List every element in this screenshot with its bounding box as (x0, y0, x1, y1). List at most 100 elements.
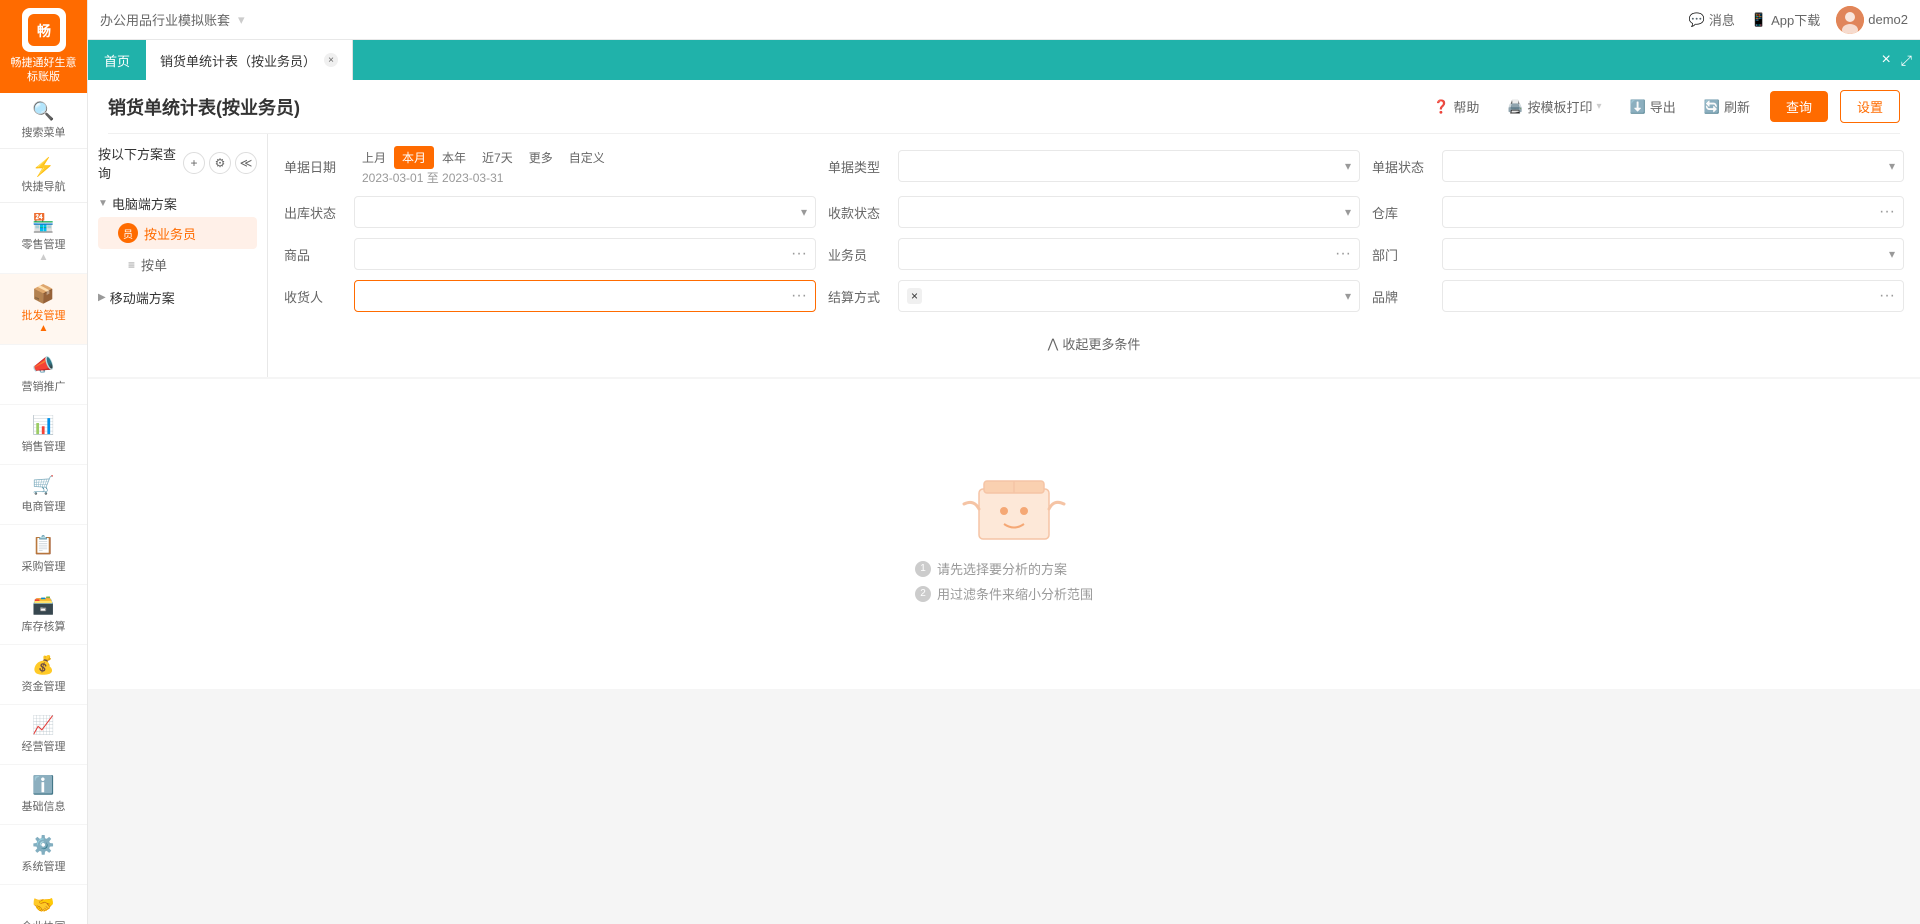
search-icon: 🔍 (32, 101, 54, 122)
doctype-arrow: ▾ (1345, 159, 1351, 173)
tab-current[interactable]: 销货单统计表（按业务员） × (146, 40, 353, 80)
system-label: 系统管理 (22, 858, 66, 874)
settlement-arrow: ▾ (1345, 289, 1351, 303)
pc-group-toggle[interactable]: ▼ 电脑端方案 (98, 190, 257, 217)
date-label: 单据日期 (284, 157, 354, 176)
this-year-btn[interactable]: 本年 (434, 146, 474, 169)
logo-text: 畅捷通好生意 标账版 (11, 56, 77, 85)
breadcrumb-arrow: ▾ (238, 12, 245, 28)
empty-illustration (954, 459, 1054, 539)
filter-docstatus: 单据状态 ▾ (1372, 146, 1904, 186)
app-download-btn[interactable]: 📱 App下载 (1751, 10, 1820, 29)
doctype-select[interactable]: ▾ (898, 150, 1360, 182)
query-btn[interactable]: 查询 (1770, 91, 1828, 122)
sidebar-item-system[interactable]: ⚙️ 系统管理 (0, 825, 87, 885)
inventory-icon: 🗃️ (32, 595, 54, 616)
date-range-text: 2023-03-01 至 2023-03-31 (362, 169, 816, 186)
consignee-input[interactable]: ··· (354, 280, 816, 312)
collab-icon: 🤝 (32, 895, 54, 916)
sidebar-item-wholesale[interactable]: 📦 批发管理 ▲ (0, 274, 87, 345)
message-icon: 💬 (1689, 12, 1705, 28)
docstatus-arrow: ▾ (1889, 159, 1895, 173)
sidebar-item-inventory[interactable]: 🗃️ 库存核算 (0, 585, 87, 645)
prev-month-btn[interactable]: 上月 (354, 146, 394, 169)
export-label: 导出 (1650, 97, 1676, 116)
sidebar-item-collab[interactable]: 🤝 企业协同 (0, 885, 87, 924)
dept-select[interactable]: ▾ (1442, 238, 1904, 270)
help-label: 帮助 (1453, 97, 1479, 116)
docstatus-select[interactable]: ▾ (1442, 150, 1904, 182)
salesperson-input[interactable]: ··· (898, 238, 1360, 270)
more-date-btn[interactable]: 更多 (521, 146, 561, 169)
filters-panel: 单据日期 上月 本月 本年 近7天 更多 自定义 2023-03-01 至 20… (268, 134, 1920, 377)
tab-close-btn[interactable]: × (324, 53, 338, 67)
filter-row-3: 商品 ··· 业务员 ··· 部门 (284, 238, 1904, 270)
query-label: 查询 (1786, 100, 1812, 115)
add-scheme-btn[interactable]: + (183, 152, 205, 174)
goods-label: 商品 (284, 245, 354, 264)
delivery-arrow: ▾ (801, 205, 807, 219)
scheme-sub-item-order[interactable]: ≡ 按单 (98, 249, 257, 280)
basic-icon: ℹ️ (32, 775, 54, 796)
filter-row-2: 出库状态 ▾ 收款状态 ▾ 仓库 (284, 196, 1904, 228)
settlement-select[interactable]: × ▾ (898, 280, 1360, 312)
filter-doctype: 单据类型 ▾ (828, 146, 1360, 186)
mobile-group-toggle[interactable]: ▶ 移动端方案 (98, 284, 257, 311)
sidebar-item-ecommerce[interactable]: 🛒 电商管理 (0, 465, 87, 525)
page-title-bar: 销货单统计表(按业务员) ❓ 帮助 🖨️ 按模板打印 ▾ ⬇️ 导出 (108, 80, 1900, 134)
scheme-title: 按以下方案查询 (98, 144, 183, 182)
curr-month-btn[interactable]: 本月 (394, 146, 434, 169)
tip-text-1: 请先选择要分析的方案 (937, 559, 1067, 578)
brand-input[interactable]: ··· (1442, 280, 1904, 312)
scheme-item-salesperson[interactable]: 员 按业务员 (98, 217, 257, 249)
mobile-group-arrow: ▶ (98, 292, 106, 303)
goods-input[interactable]: ··· (354, 238, 816, 270)
7days-btn[interactable]: 近7天 (474, 146, 521, 169)
refresh-btn[interactable]: 🔄 刷新 (1696, 93, 1758, 120)
maximize-btn[interactable]: ⤢ (1901, 52, 1912, 69)
ecommerce-label: 电商管理 (22, 498, 66, 514)
sidebar-item-retail[interactable]: 🏪 零售管理 ▲ (0, 203, 87, 274)
scheme-actions: + ⚙ ≪ (183, 152, 257, 174)
tab-home[interactable]: 首页 (88, 40, 146, 80)
collapse-row: ⋀ 收起更多条件 (284, 322, 1904, 365)
warehouse-input[interactable]: ··· (1442, 196, 1904, 228)
payment-select[interactable]: ▾ (898, 196, 1360, 228)
mobile-scheme-group: ▶ 移动端方案 (98, 284, 257, 311)
finance-icon: 💰 (32, 655, 54, 676)
doctype-label: 单据类型 (828, 157, 898, 176)
sidebar-item-marketing[interactable]: 📣 营销推广 (0, 345, 87, 405)
sidebar-item-operations[interactable]: 📈 经营管理 (0, 705, 87, 765)
search-label: 搜索菜单 (22, 124, 66, 140)
sidebar-item-basic[interactable]: ℹ️ 基础信息 (0, 765, 87, 825)
empty-tip-2: 2 用过滤条件来缩小分析范围 (915, 584, 1093, 603)
home-label: 首页 (104, 51, 130, 70)
tab-bar: 首页 销货单统计表（按业务员） × × ⤢ (88, 40, 1920, 80)
delivery-select[interactable]: ▾ (354, 196, 816, 228)
brand-dots: ··· (1879, 287, 1895, 305)
consignee-label: 收货人 (284, 287, 354, 306)
user-menu-btn[interactable]: demo2 (1836, 6, 1908, 34)
scheme-header: 按以下方案查询 + ⚙ ≪ (98, 144, 257, 182)
edit-scheme-btn[interactable]: ⚙ (209, 152, 231, 174)
sidebar-item-finance[interactable]: 💰 资金管理 (0, 645, 87, 705)
quick-nav[interactable]: ⚡ 快捷导航 (0, 149, 87, 203)
collapse-scheme-btn[interactable]: ≪ (235, 152, 257, 174)
filter-brand: 品牌 ··· (1372, 280, 1904, 312)
export-btn[interactable]: ⬇️ 导出 (1622, 93, 1684, 120)
collapse-btn[interactable]: ⋀ 收起更多条件 (1042, 328, 1147, 359)
refresh-icon: 🔄 (1704, 99, 1720, 115)
print-btn[interactable]: 🖨️ 按模板打印 ▾ (1499, 93, 1609, 120)
settings-btn[interactable]: 设置 (1840, 90, 1900, 123)
sidebar-item-purchase[interactable]: 📋 采购管理 (0, 525, 87, 585)
sidebar-item-sales[interactable]: 📊 销售管理 (0, 405, 87, 465)
brand-label: 品牌 (1372, 287, 1442, 306)
filter-row-4: 收货人 ··· 结算方式 × ▾ (284, 280, 1904, 312)
custom-date-btn[interactable]: 自定义 (561, 146, 613, 169)
help-btn[interactable]: ❓ 帮助 (1425, 93, 1487, 120)
message-btn[interactable]: 💬 消息 (1689, 10, 1735, 29)
close-window-btn[interactable]: × (1881, 51, 1890, 69)
search-nav[interactable]: 🔍 搜索菜单 (0, 93, 87, 149)
print-icon: 🖨️ (1507, 99, 1523, 115)
settlement-tag-close[interactable]: × (911, 289, 918, 303)
